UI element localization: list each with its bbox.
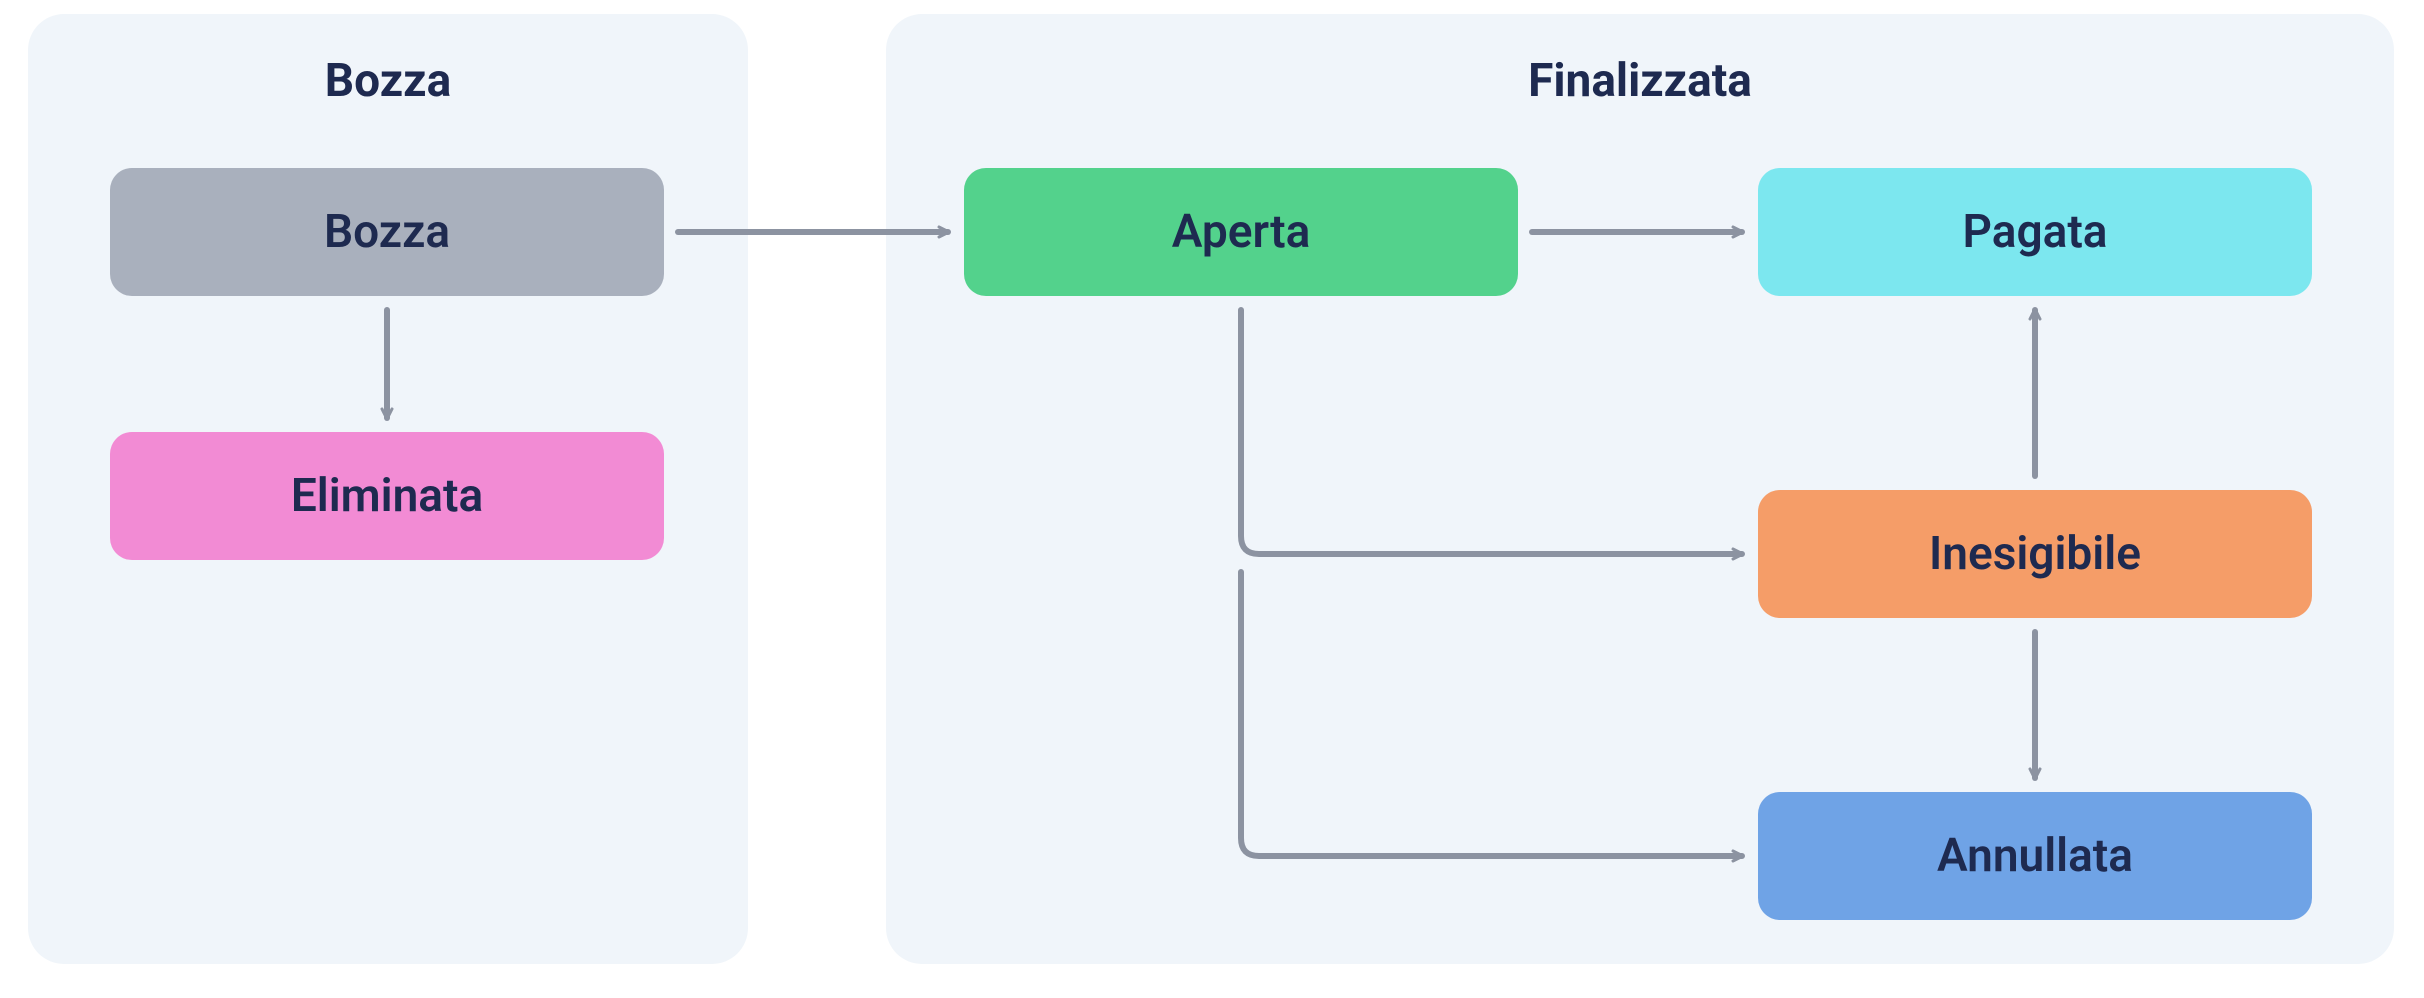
arrow-aperta-annullata <box>1241 572 1742 856</box>
state-diagram: Bozza Finalizzata Bozza Eliminata Aperta… <box>0 0 2424 998</box>
arrows-layer <box>0 0 2424 998</box>
arrow-aperta-inesigibile <box>1241 310 1742 554</box>
